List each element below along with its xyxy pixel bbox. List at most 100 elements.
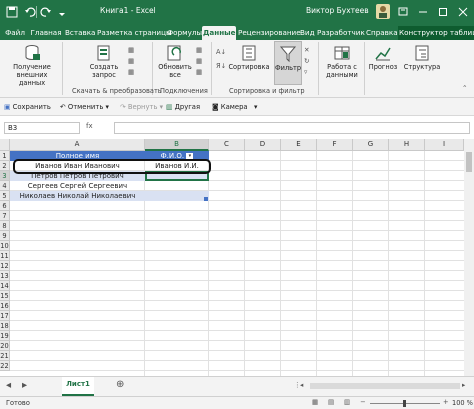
small-button-8[interactable]: ↻ [304,57,310,65]
tab-view[interactable]: Вид [299,26,315,40]
vertical-scroll-thumb[interactable] [466,152,472,172]
column-header-a[interactable]: A [10,139,145,151]
small-button-4[interactable]: ▦ [196,46,202,54]
scroll-left-icon[interactable]: ◂ [300,381,303,389]
row-header-4[interactable]: 4 [0,181,10,191]
column-header-b[interactable]: B [145,139,209,151]
horizontal-scrollbar[interactable] [310,383,460,389]
customize-toolbar-icon[interactable] [56,6,68,18]
page-layout-view-icon[interactable]: ▤ [328,398,334,406]
row-header-19[interactable]: 19 [0,331,10,341]
save-button[interactable]: ▣ Сохранить [4,101,51,113]
row-header-22[interactable]: 22 [0,361,10,371]
tab-developer[interactable]: Разработчик [316,26,365,40]
add-sheet-icon[interactable]: ⊕ [116,379,124,390]
spreadsheet-grid[interactable]: A B C D E F G H I 1 2 3 4 5 6 7 8 9 10 11 12 13 14 15 1… [0,139,464,376]
column-header-e[interactable]: E [281,139,317,151]
zoom-out-icon[interactable]: − [360,398,366,406]
camera-button[interactable]: ◙ Камера [212,101,248,113]
sort-az-icon[interactable]: А↓ [216,48,226,56]
row-header-11[interactable]: 11 [0,251,10,261]
zoom-level[interactable]: 100 % [452,399,473,407]
row-header-3[interactable]: 3 [0,171,10,181]
column-header-g[interactable]: G [353,139,389,151]
row-header-18[interactable]: 18 [0,321,10,331]
cell-b5[interactable] [145,191,209,201]
vertical-scrollbar[interactable] [464,139,474,376]
scroll-right-icon[interactable]: ▸ [462,381,465,389]
page-break-view-icon[interactable]: ▥ [344,398,350,406]
row-header-12[interactable]: 12 [0,261,10,271]
other-button[interactable]: ▥ Другая [166,101,200,113]
refresh-all-button[interactable]: Обновить все [156,43,194,79]
row-header-9[interactable]: 9 [0,231,10,241]
column-header-f[interactable]: F [317,139,353,151]
sort-za-icon[interactable]: Я↓ [216,62,226,70]
normal-view-icon[interactable]: ▦ [312,398,318,406]
row-header-7[interactable]: 7 [0,211,10,221]
formula-input[interactable] [114,122,470,134]
tab-file[interactable]: Файл [2,26,28,40]
column-header-i[interactable]: I [425,139,464,151]
tab-help[interactable]: Справка [365,26,398,40]
user-name[interactable]: Виктор Бухтеев [306,6,369,15]
tab-table-design[interactable]: Конструктор таблиц [398,26,474,40]
tab-data[interactable]: Данные [202,26,236,40]
outline-button[interactable]: Структура [402,43,442,71]
ribbon-display-icon[interactable] [396,4,410,19]
row-header-10[interactable]: 10 [0,241,10,251]
row-header-2[interactable]: 2 [0,161,10,171]
tab-review[interactable]: Рецензирование [237,26,301,40]
small-button-3[interactable]: ▦ [128,68,134,76]
small-button-6[interactable]: ▦ [196,68,202,76]
redo-button[interactable]: ↷ Вернуть ▾ [120,101,163,113]
tab-page-layout[interactable]: Разметка страницы [96,26,172,40]
small-button-1[interactable]: ▦ [128,46,134,54]
undo-button[interactable]: ↶ Отменить ▾ [60,101,109,113]
table-resize-handle[interactable] [204,197,208,201]
small-button-5[interactable]: ▦ [196,57,202,65]
row-header-21[interactable]: 21 [0,351,10,361]
select-all-corner[interactable] [0,139,10,151]
row-header-16[interactable]: 16 [0,301,10,311]
minimize-icon[interactable] [416,4,430,19]
small-button-2[interactable]: ▦ [128,57,134,65]
column-header-d[interactable]: D [245,139,281,151]
row-header-15[interactable]: 15 [0,291,10,301]
customize-toolbar-icon[interactable]: ▾ [254,101,257,113]
tab-formulas[interactable]: Формулы [166,26,202,40]
row-header-13[interactable]: 13 [0,271,10,281]
zoom-slider-thumb[interactable] [403,400,406,407]
row-header-20[interactable]: 20 [0,341,10,351]
create-query-button[interactable]: Создать запрос [84,43,124,79]
row-header-5[interactable]: 5 [0,191,10,201]
cell-a5[interactable]: Николаев Николай Николаевич [10,191,145,201]
cell-a4[interactable]: Сергеев Сергей Сергеевич [10,181,145,191]
fx-icon[interactable]: fx [86,122,93,130]
data-tools-button[interactable]: Работа с данными [322,43,362,79]
tab-insert[interactable]: Вставка [64,26,96,40]
collapse-ribbon-icon[interactable]: ⌃ [462,84,468,92]
row-header-8[interactable]: 8 [0,221,10,231]
column-header-h[interactable]: H [389,139,425,151]
undo-icon[interactable] [24,6,36,18]
sort-button[interactable]: Сортировка [228,43,270,71]
row-header-6[interactable]: 6 [0,201,10,211]
get-external-data-button[interactable]: Получение внешних данных [4,43,60,87]
small-button-9[interactable]: ▿ [304,68,307,76]
row-header-14[interactable]: 14 [0,281,10,291]
avatar[interactable] [376,4,390,19]
row-header-17[interactable]: 17 [0,311,10,321]
name-box[interactable]: B3 [4,122,80,134]
autosave-save-icon[interactable] [6,6,18,18]
maximize-icon[interactable] [436,4,450,19]
small-button-7[interactable]: ✕ [304,46,310,54]
zoom-in-icon[interactable]: + [443,398,449,406]
forecast-button[interactable]: Прогноз [366,43,400,71]
column-header-c[interactable]: C [209,139,245,151]
sheet-tab-list1[interactable]: Лист1 [62,377,94,396]
tab-home[interactable]: Главная [29,26,63,40]
row-header-1[interactable]: 1 [0,151,10,161]
prev-sheet-icon[interactable]: ◀ [6,381,11,389]
close-icon[interactable] [456,4,470,19]
